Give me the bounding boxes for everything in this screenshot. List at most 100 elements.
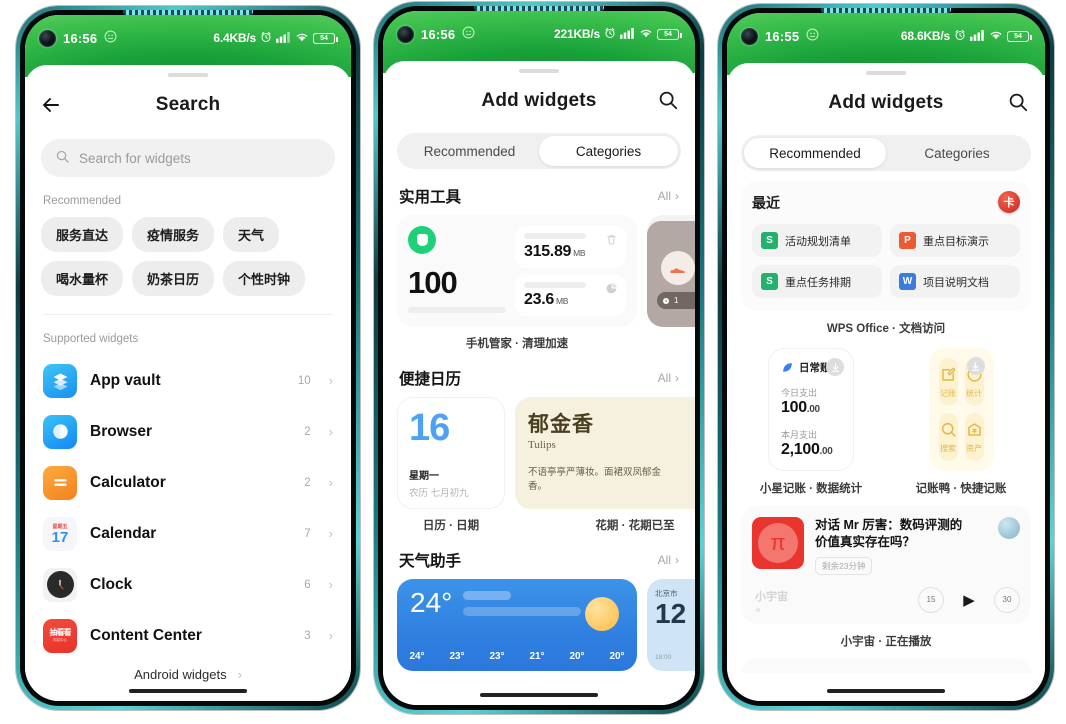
chip-3[interactable]: 喝水量杯 bbox=[41, 261, 124, 296]
duck-cell-search[interactable]: 搜索 bbox=[938, 413, 958, 461]
list-item[interactable]: Browser 2 › bbox=[25, 406, 351, 457]
trash-icon bbox=[605, 233, 618, 251]
widget-row-finance: 日常账本 今日支出 100.00 本月支出 2,100.00 小星记账 · 数据… bbox=[727, 348, 1045, 496]
home-indicator[interactable] bbox=[129, 689, 247, 693]
chevron-right-icon: › bbox=[675, 189, 679, 203]
chevron-right-icon: › bbox=[328, 424, 333, 439]
doc-name: 活动规划清单 bbox=[785, 235, 851, 248]
today-expense-cents: .00 bbox=[806, 404, 820, 415]
sun-icon bbox=[585, 597, 619, 631]
calendar-weekday: 星期一 bbox=[409, 471, 439, 482]
download-icon[interactable] bbox=[826, 358, 844, 376]
widget-row-calendar[interactable]: 16 星期一 农历 七月初九 日历 · 日期 郁金香 Tulips 不语亭亭严薄… bbox=[383, 397, 695, 533]
fitness-widget-peek[interactable]: 1 bbox=[647, 215, 695, 327]
manager-tile-memory[interactable]: 23.6 MB bbox=[515, 274, 626, 316]
rewind-seconds: 15 bbox=[926, 595, 936, 605]
back-arrow-icon[interactable] bbox=[39, 93, 63, 117]
list-item[interactable]: Calculator 2 › bbox=[25, 457, 351, 508]
section-all-link[interactable]: All › bbox=[658, 553, 679, 567]
list-item[interactable]: 抽看看 内容中心 Content Center 3 › bbox=[25, 610, 351, 661]
duck-cell-assets[interactable]: 资产 bbox=[964, 413, 984, 461]
list-item[interactable]: W 项目说明文档 bbox=[890, 265, 1020, 298]
duck-ledger-widget[interactable]: 记账 统计 搜索 资产 bbox=[928, 348, 994, 471]
podcast-cover-art: π bbox=[752, 517, 804, 569]
podcast-remaining-badge: 剩余23分钟 bbox=[815, 556, 873, 575]
list-item[interactable]: 星期五 17 Calendar 7 › bbox=[25, 508, 351, 559]
list-item[interactable]: App vault 10 › bbox=[25, 355, 351, 406]
recommended-chip-list: 服务直达 疫情服务 天气 喝水量杯 奶茶日历 个性时钟 bbox=[25, 217, 351, 296]
tab-recommended[interactable]: Recommended bbox=[400, 136, 539, 166]
play-icon[interactable]: ▶ bbox=[956, 587, 982, 613]
skeleton-line bbox=[463, 606, 582, 616]
widget-item-fitness[interactable]: 1 bbox=[647, 215, 695, 351]
wps-office-widget[interactable]: 最近 卡 S 活动规划清单 P 重点目标演示 S 重点任务排期 W 项目说明文档 bbox=[741, 181, 1031, 311]
list-item[interactable]: S 重点任务排期 bbox=[752, 265, 882, 298]
weather-widget[interactable]: 24° 24° 23° 23° 21° 20° 20° bbox=[397, 579, 637, 671]
section-header-weather: 天气助手 All › bbox=[383, 533, 695, 579]
podcast-controls: 15 ▶ 30 bbox=[752, 586, 1020, 613]
tab-recommended[interactable]: Recommended bbox=[744, 138, 886, 168]
flower-widget[interactable]: 郁金香 Tulips 不语亭亭严薄妆。面裙双凤郁金香。 bbox=[515, 397, 695, 509]
widget-row-weather[interactable]: 24° 24° 23° 23° 21° 20° 20° 北京市 12 18:00 bbox=[383, 579, 695, 671]
antenna-strip bbox=[821, 8, 951, 13]
duck-cell-record[interactable]: 记账 bbox=[938, 358, 958, 406]
chip-4[interactable]: 奶茶日历 bbox=[132, 261, 215, 296]
search-icon bbox=[55, 149, 70, 167]
home-indicator[interactable] bbox=[827, 689, 945, 693]
tab-categories[interactable]: Categories bbox=[539, 136, 678, 166]
sheet-grabber[interactable] bbox=[866, 71, 906, 75]
section-all-link[interactable]: All › bbox=[658, 371, 679, 385]
phone-1: 16:56 6.4KB/s 54 Search Search for widge… bbox=[16, 6, 360, 710]
download-icon[interactable] bbox=[966, 357, 985, 375]
chip-2[interactable]: 天气 bbox=[223, 217, 280, 252]
duck-cell-label: 搜索 bbox=[940, 444, 956, 453]
supported-app-list: App vault 10 › Browser 2 › Calculator 2 … bbox=[25, 355, 351, 661]
all-label: All bbox=[657, 553, 671, 567]
content-center-icon-sub: 内容中心 bbox=[52, 637, 68, 642]
chip-5[interactable]: 个性时钟 bbox=[223, 261, 306, 296]
header-bar-2: Add widgets bbox=[383, 77, 695, 125]
podcast-widget[interactable]: π 对话 Mr 厉害：数码评测的价值真实存在吗？ 剩余23分钟 小宇宙 15 ▶… bbox=[741, 506, 1031, 624]
android-widgets-link[interactable]: Android widgets › bbox=[25, 661, 351, 682]
word-doc-icon: W bbox=[899, 273, 916, 290]
home-indicator[interactable] bbox=[480, 693, 598, 697]
search-icon[interactable] bbox=[657, 89, 681, 113]
widget-item-calendar[interactable]: 16 星期一 农历 七月初九 日历 · 日期 bbox=[397, 397, 505, 533]
month-expense-label: 本月支出 bbox=[781, 430, 818, 440]
ledger-widget[interactable]: 日常账本 今日支出 100.00 本月支出 2,100.00 bbox=[768, 348, 854, 471]
widget-caption: 记账鸭 · 快捷记账 bbox=[915, 483, 1007, 495]
forward-30-button[interactable]: 30 bbox=[994, 586, 1020, 613]
tab-bar-3: Recommended Categories bbox=[741, 135, 1031, 171]
next-widget-peek[interactable] bbox=[741, 658, 1031, 673]
widget-row-utility[interactable]: 100 315.89 MB 23.6 MB 手机管家 · 清理加速 1 bbox=[383, 215, 695, 351]
widget-item-phone-manager[interactable]: 100 315.89 MB 23.6 MB 手机管家 · 清理加速 bbox=[397, 215, 637, 351]
phone-manager-widget[interactable]: 100 315.89 MB 23.6 MB bbox=[397, 215, 637, 327]
chip-0[interactable]: 服务直达 bbox=[41, 217, 124, 252]
wps-badge: 卡 bbox=[998, 191, 1020, 213]
widget-item-weather-peek[interactable]: 北京市 12 18:00 bbox=[647, 579, 695, 671]
list-item[interactable]: Clock 6 › bbox=[25, 559, 351, 610]
weather-widget-peek[interactable]: 北京市 12 18:00 bbox=[647, 579, 695, 671]
calculator-icon bbox=[43, 465, 77, 500]
sheet-grabber[interactable] bbox=[519, 69, 559, 73]
widget-item-weather[interactable]: 24° 24° 23° 23° 21° 20° 20° bbox=[397, 579, 637, 671]
search-icon[interactable] bbox=[1007, 91, 1031, 115]
skeleton-line bbox=[463, 590, 512, 600]
tab-categories[interactable]: Categories bbox=[886, 138, 1028, 168]
rewind-15-button[interactable]: 15 bbox=[918, 586, 944, 613]
section-all-link[interactable]: All › bbox=[658, 189, 679, 203]
calendar-widget[interactable]: 16 星期一 农历 七月初九 bbox=[397, 397, 505, 509]
app-widget-count: 7 bbox=[304, 527, 311, 540]
widget-item-flower[interactable]: 郁金香 Tulips 不语亭亭严薄妆。面裙双凤郁金香。 花期 · 花期已至 bbox=[515, 397, 695, 533]
phone-3: 16:55 68.6KB/s 54 Add widgets Recommende… bbox=[718, 4, 1054, 710]
manager-tile-junk[interactable]: 315.89 MB bbox=[515, 226, 626, 268]
search-input[interactable]: Search for widgets bbox=[41, 139, 335, 177]
status-time: 16:55 bbox=[765, 28, 800, 44]
memory-size-unit: MB bbox=[555, 296, 569, 306]
status-time: 16:56 bbox=[421, 26, 456, 42]
sheet-grabber[interactable] bbox=[168, 73, 208, 77]
list-item[interactable]: P 重点目标演示 bbox=[890, 224, 1020, 257]
chevron-right-icon: › bbox=[328, 628, 333, 643]
chip-1[interactable]: 疫情服务 bbox=[132, 217, 215, 252]
list-item[interactable]: S 活动规划清单 bbox=[752, 224, 882, 257]
